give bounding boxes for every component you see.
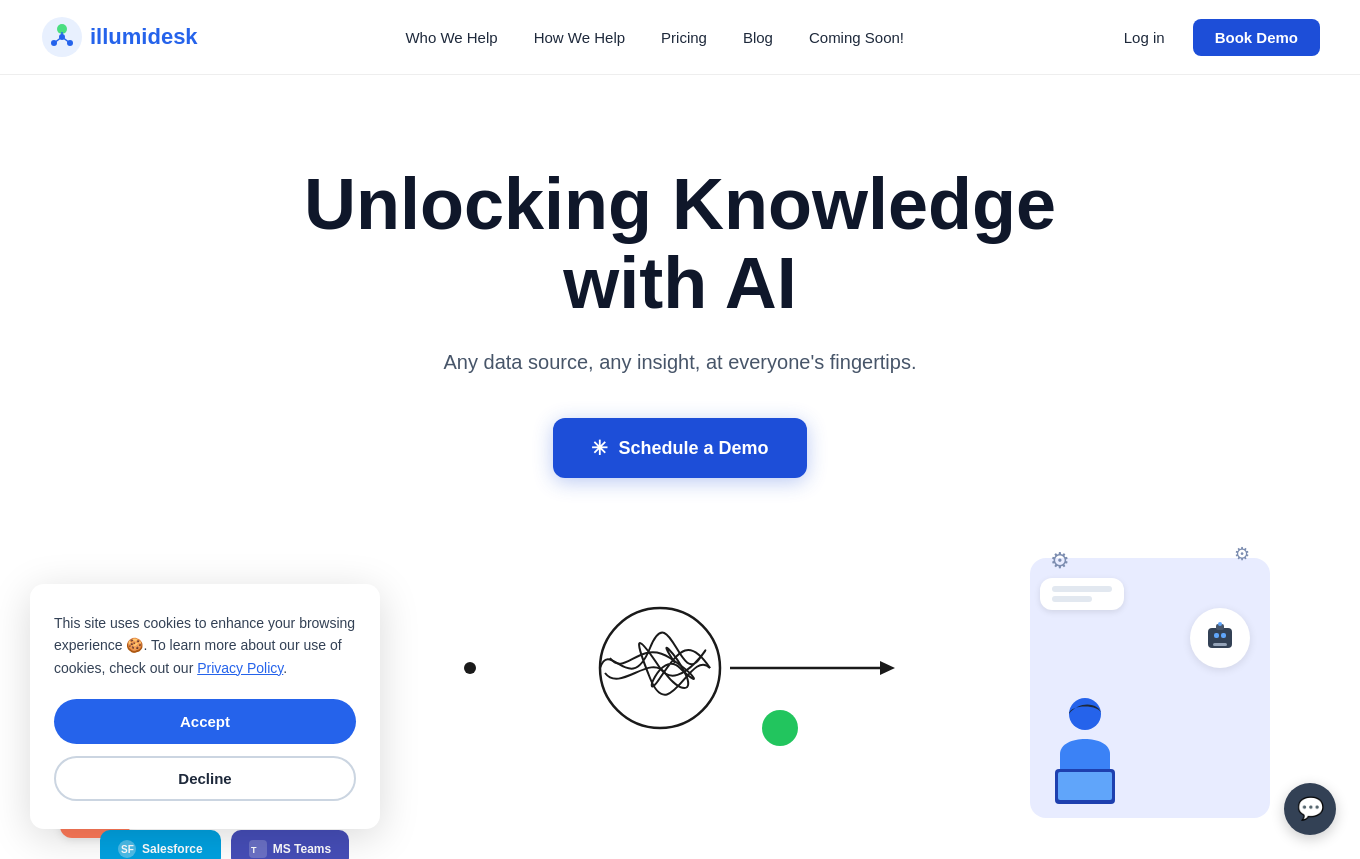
schedule-demo-button[interactable]: ✳ Schedule a Demo: [553, 418, 806, 478]
person-figure: [1045, 694, 1125, 808]
schedule-demo-label: Schedule a Demo: [618, 438, 768, 459]
privacy-policy-link[interactable]: Privacy Policy: [197, 660, 283, 676]
svg-rect-31: [1213, 643, 1227, 646]
robot-illustration: ⚙ ⚙: [1030, 558, 1300, 818]
svg-marker-26: [880, 661, 895, 675]
svg-point-34: [1069, 698, 1101, 730]
nav-who-we-help[interactable]: Who We Help: [405, 29, 497, 46]
nav-pricing[interactable]: Pricing: [661, 29, 707, 46]
logo[interactable]: illumidesk: [40, 15, 198, 59]
nav-coming-soon[interactable]: Coming Soon!: [809, 29, 904, 46]
svg-rect-30: [1221, 633, 1226, 638]
nav-links: Who We Help How We Help Pricing Blog Com…: [405, 29, 904, 46]
ms-teams-badge: T MS Teams: [231, 830, 349, 859]
sparkle-icon: ✳: [591, 436, 608, 460]
svg-point-23: [464, 662, 476, 674]
cookie-message: This site uses cookies to enhance your b…: [54, 612, 356, 679]
gear-left-icon: ⚙: [1050, 548, 1070, 574]
salesforce-badge: SF Salesforce: [100, 830, 221, 859]
hero-title: Unlocking Knowledge with AI: [230, 165, 1130, 323]
svg-point-27: [762, 710, 798, 746]
svg-text:SF: SF: [121, 844, 134, 855]
svg-text:T: T: [251, 845, 257, 855]
cookie-banner: This site uses cookies to enhance your b…: [30, 584, 380, 829]
hero-section: Unlocking Knowledge with AI Any data sou…: [0, 75, 1360, 538]
nav-right: Log in Book Demo: [1112, 19, 1320, 56]
decline-button[interactable]: Decline: [54, 756, 356, 801]
chat-bubble-button[interactable]: 💬: [1284, 783, 1336, 835]
svg-rect-29: [1214, 633, 1219, 638]
svg-point-33: [1218, 622, 1222, 626]
nav-how-we-help[interactable]: How We Help: [534, 29, 625, 46]
book-demo-button[interactable]: Book Demo: [1193, 19, 1320, 56]
accept-button[interactable]: Accept: [54, 699, 356, 744]
speech-bubble: [1040, 578, 1124, 610]
logo-text: illumidesk: [90, 24, 198, 50]
svg-rect-36: [1058, 772, 1112, 800]
gear-right-icon: ⚙: [1234, 543, 1250, 565]
nav-blog[interactable]: Blog: [743, 29, 773, 46]
bottom-badges: SF Salesforce T MS Teams: [100, 830, 349, 859]
hero-subtitle: Any data source, any insight, at everyon…: [40, 351, 1320, 374]
chat-icon: 💬: [1297, 796, 1324, 822]
navbar: illumidesk Who We Help How We Help Prici…: [0, 0, 1360, 75]
login-button[interactable]: Log in: [1112, 21, 1177, 54]
